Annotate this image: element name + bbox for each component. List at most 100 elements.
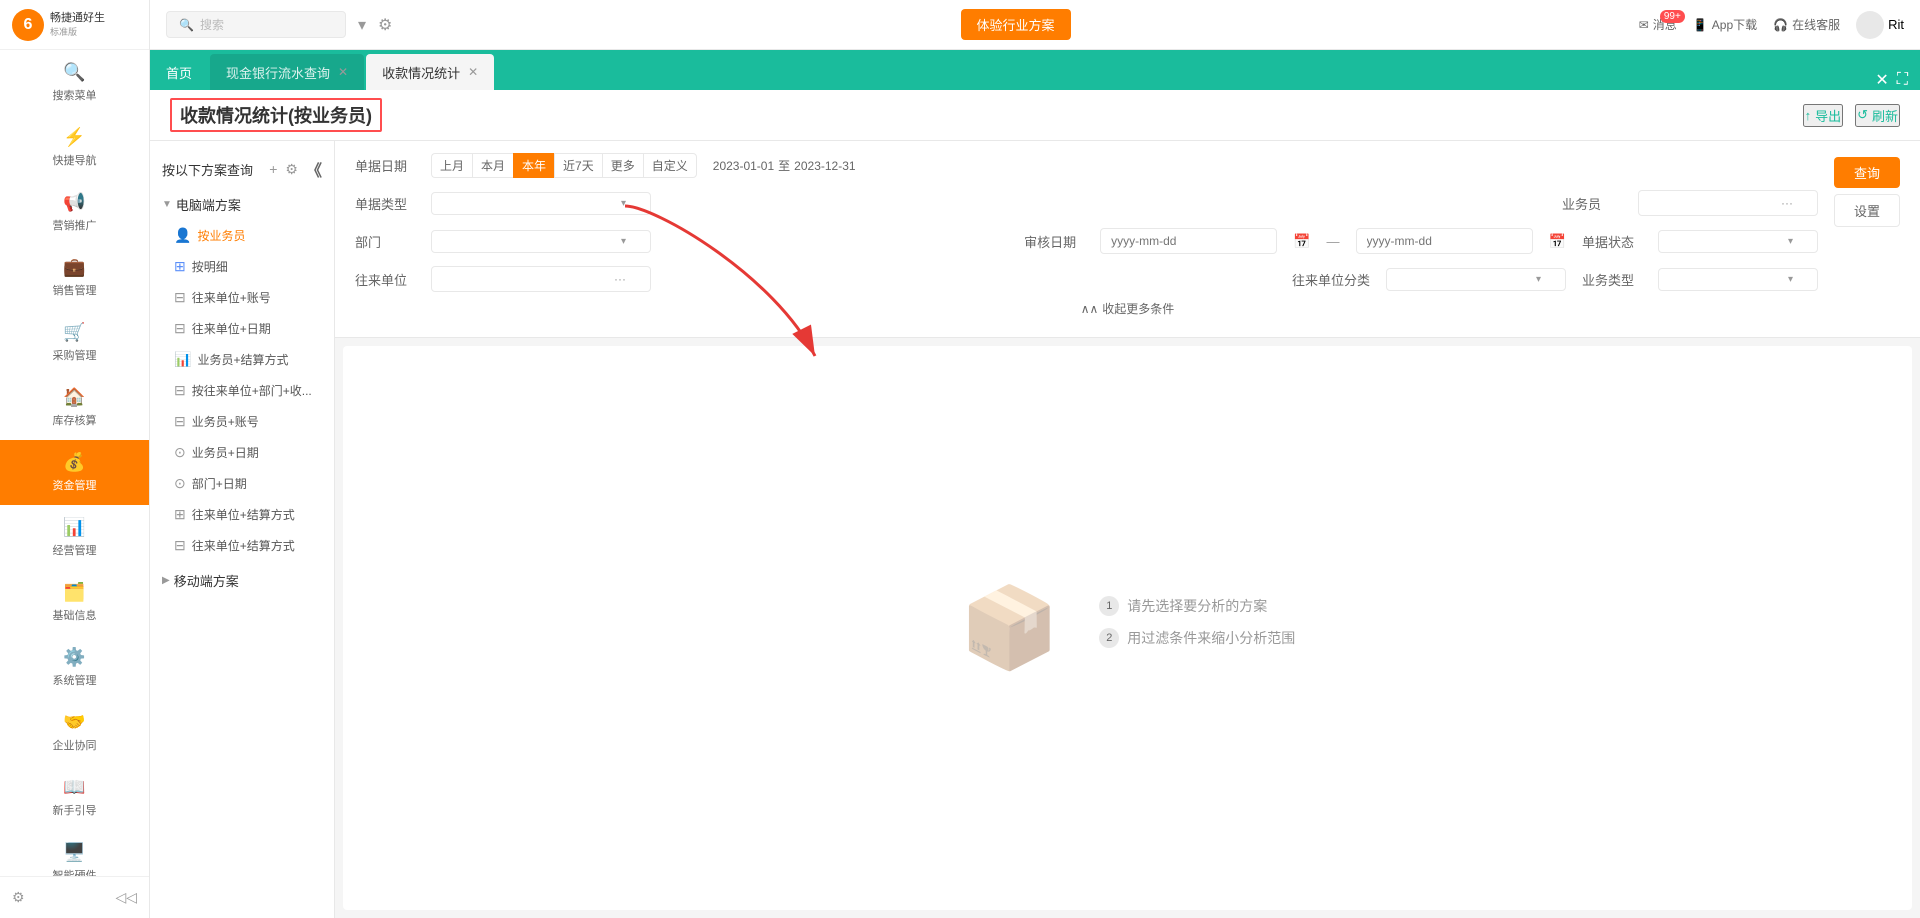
tab-collection[interactable]: 收款情况统计 ✕ (366, 54, 494, 90)
review-date-start-input[interactable] (1100, 228, 1277, 254)
sidebar-item-label: 新手引导 (53, 802, 97, 818)
window-expand-btn[interactable]: ⛶ (1897, 71, 1908, 89)
message-icon: ✉ (1639, 18, 1649, 32)
date-tab-7days[interactable]: 近7天 (554, 153, 602, 178)
date-tab-more[interactable]: 更多 (602, 153, 643, 178)
plan-item-staff-settle[interactable]: 📊 业务员+结算方式 (150, 344, 334, 375)
sidebar-item-sales[interactable]: 💼 销售管理 (0, 245, 149, 310)
ellipsis2-icon: ··· (614, 272, 626, 286)
sidebar-item-quick[interactable]: ⚡ 快捷导航 (0, 115, 149, 180)
doc-type-select[interactable]: ▾ (431, 192, 651, 215)
date-range: 2023-01-01 至 2023-12-31 (713, 157, 856, 174)
sidebar-item-label: 资金管理 (53, 477, 97, 493)
refresh-button[interactable]: ↺ 刷新 (1855, 104, 1900, 127)
sidebar-item-purchase[interactable]: 🛒 采购管理 (0, 310, 149, 375)
tab-collection-close[interactable]: ✕ (468, 65, 478, 79)
topbar-search-box[interactable]: 🔍 搜索 (166, 11, 346, 38)
sidebar-item-inventory[interactable]: 🏠 库存核算 (0, 375, 149, 440)
plan-item-dept-date[interactable]: ⊙ 部门+日期 (150, 468, 334, 499)
plan-item-partner-dept-label: 按往来单位+部门+收... (192, 382, 312, 399)
date-tabs: 上月 本月 本年 近7天 更多 自定义 (431, 153, 697, 178)
sales-icon: 💼 (63, 257, 85, 278)
solution-button[interactable]: 体验行业方案 (961, 9, 1071, 40)
search-placeholder: 搜索 (200, 16, 224, 33)
plan-item-by-detail[interactable]: ⊞ 按明细 (150, 251, 334, 282)
plan-item-partner-settle2[interactable]: ⊟ 往来单位+结算方式 (150, 530, 334, 561)
table-icon: ⊟ (174, 289, 186, 306)
tab-home[interactable]: 首页 (150, 54, 208, 90)
sidebar-item-label: 智能硬件 (53, 867, 97, 876)
doc-status-select[interactable]: ▾ (1658, 230, 1818, 253)
sidebar-item-business[interactable]: 📊 经营管理 (0, 505, 149, 570)
plan-item-staff-account-label: 业务员+账号 (192, 413, 259, 430)
panel-collapse-icon[interactable]: 《 (306, 157, 322, 181)
biz-type-select[interactable]: ▾ (1658, 268, 1818, 291)
partner-class-select[interactable]: ▾ (1386, 268, 1566, 291)
topbar-dropdown-icon[interactable]: ▾ (358, 15, 366, 35)
dept-select[interactable]: ▾ (431, 230, 651, 253)
topbar-message[interactable]: ✉ 消息 99+ (1639, 16, 1677, 33)
partner-select[interactable]: ··· (431, 266, 651, 292)
export-button[interactable]: ↑ 导出 (1803, 104, 1844, 127)
staff-label: 业务员 (1562, 194, 1622, 213)
table3-icon: ⊟ (174, 382, 186, 399)
tab-bank-close[interactable]: ✕ (338, 65, 348, 79)
calendar-icon[interactable]: 📅 (1293, 233, 1310, 250)
plan-item-partner-account[interactable]: ⊟ 往来单位+账号 (150, 282, 334, 313)
tab-bank[interactable]: 现金银行流水查询 ✕ (210, 54, 364, 90)
plan-item-by-staff[interactable]: 👤 按业务员 (150, 220, 334, 251)
chevron-down2-icon: ▾ (621, 236, 626, 247)
plan-group-mobile: ▶ 移动端方案 (150, 565, 334, 596)
plan-item-staff-date[interactable]: ⊙ 业务员+日期 (150, 437, 334, 468)
topbar-service[interactable]: 🎧 在线客服 (1773, 16, 1840, 33)
settings-button[interactable]: 设置 (1834, 194, 1900, 227)
sidebar-item-base[interactable]: 🗂️ 基础信息 (0, 570, 149, 635)
sidebar-nav: 🔍 搜索菜单 ⚡ 快捷导航 📢 营销推广 💼 销售管理 🛒 采购管理 🏠 (0, 50, 149, 876)
sidebar-item-search[interactable]: 🔍 搜索菜单 (0, 50, 149, 115)
plan-item-partner-settle1[interactable]: ⊞ 往来单位+结算方式 (150, 499, 334, 530)
topbar-user[interactable]: Rit (1856, 11, 1904, 39)
panel-add-icon[interactable]: + (269, 161, 277, 177)
window-close-btn[interactable]: ✕ (1875, 70, 1888, 90)
sidebar-item-finance[interactable]: 💰 资金管理 (0, 440, 149, 505)
logo: 6 畅捷通好生 标准版 (0, 0, 149, 50)
tab-collection-label: 收款情况统计 (382, 63, 460, 82)
date-tab-this-year[interactable]: 本年 (513, 153, 554, 178)
system-icon: ⚙️ (63, 647, 85, 668)
tab-home-label: 首页 (166, 63, 192, 82)
plan-item-partner-dept[interactable]: ⊟ 按往来单位+部门+收... (150, 375, 334, 406)
grid2-icon: ⊞ (174, 506, 186, 523)
calendar2-icon[interactable]: 📅 (1549, 233, 1566, 250)
date-tab-this-month[interactable]: 本月 (472, 153, 513, 178)
date-tab-last-month[interactable]: 上月 (431, 153, 472, 178)
sidebar-bottom: ⚙ ◁◁ (0, 876, 149, 918)
plan-item-partner-settle1-label: 往来单位+结算方式 (192, 506, 295, 523)
sidebar-item-label: 企业协同 (53, 737, 97, 753)
logo-icon: 6 (12, 9, 44, 41)
plan-group-desktop-title[interactable]: ▼ 电脑端方案 (150, 189, 334, 220)
topbar-app-download[interactable]: 📱 App下载 (1693, 16, 1757, 33)
staff-select[interactable]: ··· (1638, 190, 1818, 216)
chevron-down5-icon: ▾ (1788, 274, 1793, 285)
sidebar-item-guide[interactable]: 📖 新手引导 (0, 765, 149, 830)
sidebar-item-label: 库存核算 (53, 412, 97, 428)
sidebar-settings-btn[interactable]: ⚙ (12, 889, 25, 906)
sidebar-collapse-btn[interactable]: ◁◁ (115, 889, 137, 906)
plan-item-partner-date[interactable]: ⊟ 往来单位+日期 (150, 313, 334, 344)
panel-settings-icon[interactable]: ⚙ (285, 161, 298, 178)
review-date-end-input[interactable] (1356, 228, 1533, 254)
topbar-settings-icon[interactable]: ⚙ (378, 15, 392, 35)
plan-item-staff-account[interactable]: ⊟ 业务员+账号 (150, 406, 334, 437)
sidebar-item-marketing[interactable]: 📢 营销推广 (0, 180, 149, 245)
sidebar-item-system[interactable]: ⚙️ 系统管理 (0, 635, 149, 700)
date-tab-custom[interactable]: 自定义 (643, 153, 697, 178)
refresh-icon: ↺ (1857, 107, 1868, 123)
chevron-down3-icon: ▾ (1788, 236, 1793, 247)
plan-group-mobile-title[interactable]: ▶ 移动端方案 (150, 565, 334, 596)
sidebar-item-hardware[interactable]: 🖥️ 智能硬件 (0, 830, 149, 876)
user-avatar (1856, 11, 1884, 39)
sidebar-item-enterprise[interactable]: 🤝 企业协同 (0, 700, 149, 765)
query-button[interactable]: 查询 (1834, 157, 1900, 188)
collapse-more-btn[interactable]: ∧∧ 收起更多条件 (355, 292, 1900, 325)
headset-icon: 🎧 (1773, 18, 1788, 32)
